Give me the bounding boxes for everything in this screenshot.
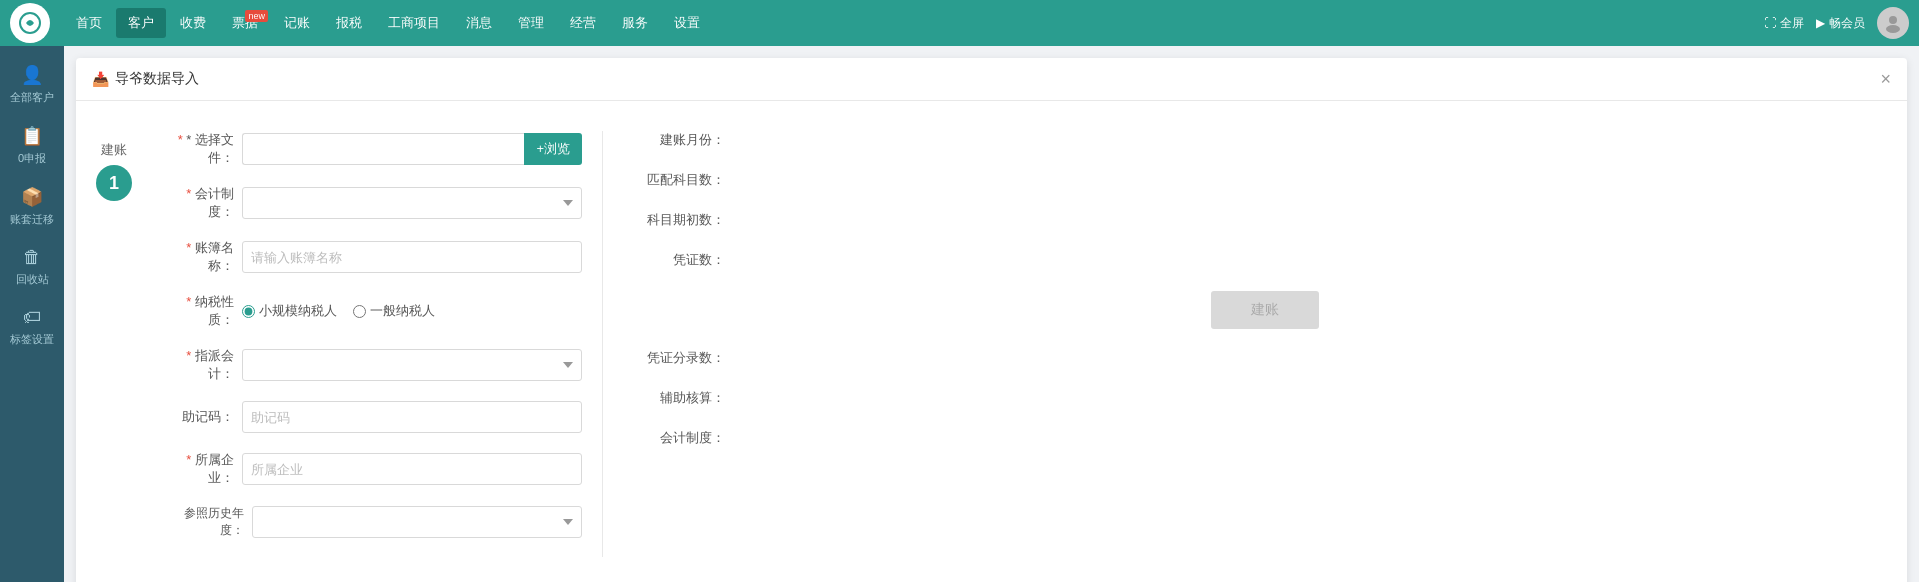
initial-balance-label: 科目期初数： (643, 211, 733, 229)
history-year-row: 参照历史年度： (162, 505, 582, 539)
nav-bookkeeping[interactable]: 记账 (272, 8, 322, 38)
memo-label: 助记码： (162, 408, 242, 426)
initial-balance-row: 科目期初数： (643, 211, 1887, 229)
right-accounting-system-row: 会计制度： (643, 429, 1887, 447)
tax-type-row: 纳税性质： 小规模纳税人 一般纳税人 (162, 293, 582, 329)
ledger-name-input[interactable] (242, 241, 582, 273)
nav-messages[interactable]: 消息 (454, 8, 504, 38)
nav-home[interactable]: 首页 (64, 8, 114, 38)
build-account-button[interactable]: 建账 (1211, 291, 1319, 329)
sidebar-item-all-customers[interactable]: 👤 全部客户 (0, 54, 64, 115)
tax-option2-radio[interactable] (353, 305, 366, 318)
file-input-group: +浏览 (242, 133, 582, 165)
tax-type-label: 纳税性质： (162, 293, 242, 329)
nav-services[interactable]: 服务 (610, 8, 660, 38)
form-container: 建账 1 * 选择文件： +浏览 会计制度： (76, 101, 1907, 582)
match-subjects-row: 匹配科目数： (643, 171, 1887, 189)
nav-business[interactable]: 工商项目 (376, 8, 452, 38)
sidebar-item-declaration[interactable]: 📋 0申报 (0, 115, 64, 176)
new-badge: new (245, 10, 268, 22)
accountant-label: 指派会计： (162, 347, 242, 383)
voucher-entries-label: 凭证分录数： (643, 349, 733, 367)
vip-btn[interactable]: ▶ 畅会员 (1816, 15, 1865, 32)
step-indicator: 建账 1 (96, 131, 132, 557)
nav-right: ⛶ 全屏 ▶ 畅会员 (1764, 7, 1909, 39)
vip-icon: ▶ (1816, 16, 1825, 30)
nav-fees[interactable]: 收费 (168, 8, 218, 38)
logo[interactable] (10, 3, 50, 43)
tax-option1-label[interactable]: 小规模纳税人 (242, 302, 337, 320)
close-button[interactable]: × (1880, 70, 1891, 88)
svg-point-2 (1886, 25, 1900, 33)
company-input[interactable] (242, 453, 582, 485)
top-navigation: 首页 客户 收费 票据 new 记账 报税 工商项目 消息 管理 经营 服务 设… (0, 0, 1919, 46)
nav-customers[interactable]: 客户 (116, 8, 166, 38)
migration-icon: 📦 (21, 186, 43, 208)
vouchers-row: 凭证数： (643, 251, 1887, 269)
accountant-select[interactable] (242, 349, 582, 381)
aux-accounting-row: 辅助核算： (643, 389, 1887, 407)
fullscreen-icon: ⛶ (1764, 16, 1776, 30)
file-input[interactable] (242, 133, 524, 165)
recycle-icon: 🗑 (23, 247, 41, 268)
import-icon: 📥 (92, 71, 109, 87)
step-label: 建账 (101, 141, 127, 159)
aux-accounting-label: 辅助核算： (643, 389, 733, 407)
accountant-row: 指派会计： (162, 347, 582, 383)
accounting-system-row: 会计制度： (162, 185, 582, 221)
nav-settings[interactable]: 设置 (662, 8, 712, 38)
month-row: 建账月份： (643, 131, 1887, 149)
sidebar-item-migration[interactable]: 📦 账套迁移 (0, 176, 64, 237)
sidebar: 👤 全部客户 📋 0申报 📦 账套迁移 🗑 回收站 🏷 标签设置 (0, 46, 64, 582)
nav-operations[interactable]: 经营 (558, 8, 608, 38)
company-row: 所属企业： (162, 451, 582, 487)
svg-point-1 (1889, 16, 1897, 24)
fullscreen-btn[interactable]: ⛶ 全屏 (1764, 15, 1804, 32)
memo-row: 助记码： (162, 401, 582, 433)
main-layout: 👤 全部客户 📋 0申报 📦 账套迁移 🗑 回收站 🏷 标签设置 📥 导 (0, 46, 1919, 582)
month-label: 建账月份： (643, 131, 733, 149)
all-customers-icon: 👤 (21, 64, 43, 86)
ledger-name-label: 账簿名称： (162, 239, 242, 275)
file-label: * 选择文件： (162, 131, 242, 167)
memo-input[interactable] (242, 401, 582, 433)
declaration-icon: 📋 (21, 125, 43, 147)
history-year-select[interactable] (252, 506, 582, 538)
ledger-name-row: 账簿名称： (162, 239, 582, 275)
left-form: * 选择文件： +浏览 会计制度： (162, 131, 582, 557)
tax-option2-label[interactable]: 一般纳税人 (353, 302, 435, 320)
right-panel: 建账月份： 匹配科目数： 科目期初数： 凭证数： (602, 131, 1887, 557)
tax-type-group: 小规模纳税人 一般纳税人 (242, 302, 435, 320)
accounting-system-select[interactable] (242, 187, 582, 219)
sidebar-item-recycle[interactable]: 🗑 回收站 (0, 237, 64, 297)
nav-manage[interactable]: 管理 (506, 8, 556, 38)
step-circle: 1 (96, 165, 132, 201)
dialog-title: 📥 导爷数据导入 (92, 70, 199, 88)
browse-button[interactable]: +浏览 (524, 133, 582, 165)
match-subjects-label: 匹配科目数： (643, 171, 733, 189)
tax-option1-radio[interactable] (242, 305, 255, 318)
vouchers-label: 凭证数： (643, 251, 733, 269)
sidebar-item-tags[interactable]: 🏷 标签设置 (0, 297, 64, 357)
dialog-card: 📥 导爷数据导入 × 建账 1 * 选择文件： (76, 58, 1907, 582)
dialog-header: 📥 导爷数据导入 × (76, 58, 1907, 101)
nav-tax[interactable]: 报税 (324, 8, 374, 38)
nav-invoices[interactable]: 票据 new (220, 8, 270, 38)
file-row: * 选择文件： +浏览 (162, 131, 582, 167)
nav-items: 首页 客户 收费 票据 new 记账 报税 工商项目 消息 管理 经营 服务 设… (64, 8, 1764, 38)
right-accounting-system-label: 会计制度： (643, 429, 733, 447)
content-area: 📥 导爷数据导入 × 建账 1 * 选择文件： (64, 46, 1919, 582)
tags-icon: 🏷 (23, 307, 41, 328)
user-avatar[interactable] (1877, 7, 1909, 39)
accounting-system-label: 会计制度： (162, 185, 242, 221)
company-label: 所属企业： (162, 451, 242, 487)
history-year-label: 参照历史年度： (162, 505, 252, 539)
voucher-entries-row: 凭证分录数： (643, 349, 1887, 367)
